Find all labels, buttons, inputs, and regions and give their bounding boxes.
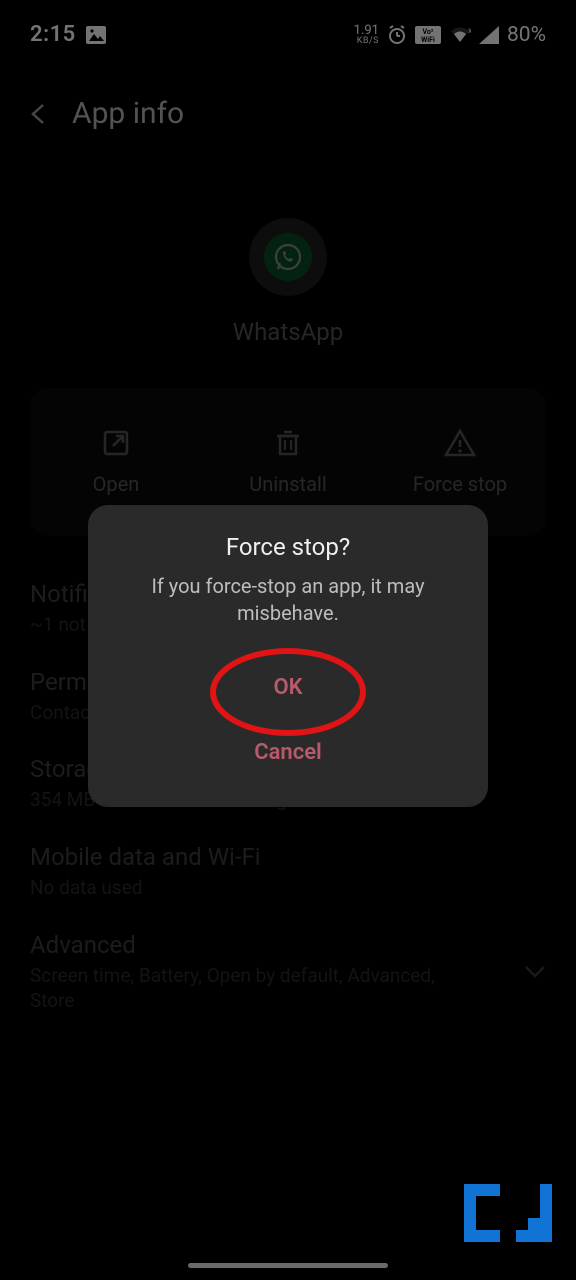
dialog-message: If you force-stop an app, it may misbeha… (112, 573, 464, 627)
nav-handle[interactable] (188, 1263, 388, 1268)
annotation-ellipse (210, 648, 366, 736)
screen: 2:15 1.91 KB/S Vo²WiFi x 80% (0, 0, 576, 1280)
watermark-logo (460, 1178, 556, 1242)
dialog-title: Force stop? (112, 533, 464, 561)
